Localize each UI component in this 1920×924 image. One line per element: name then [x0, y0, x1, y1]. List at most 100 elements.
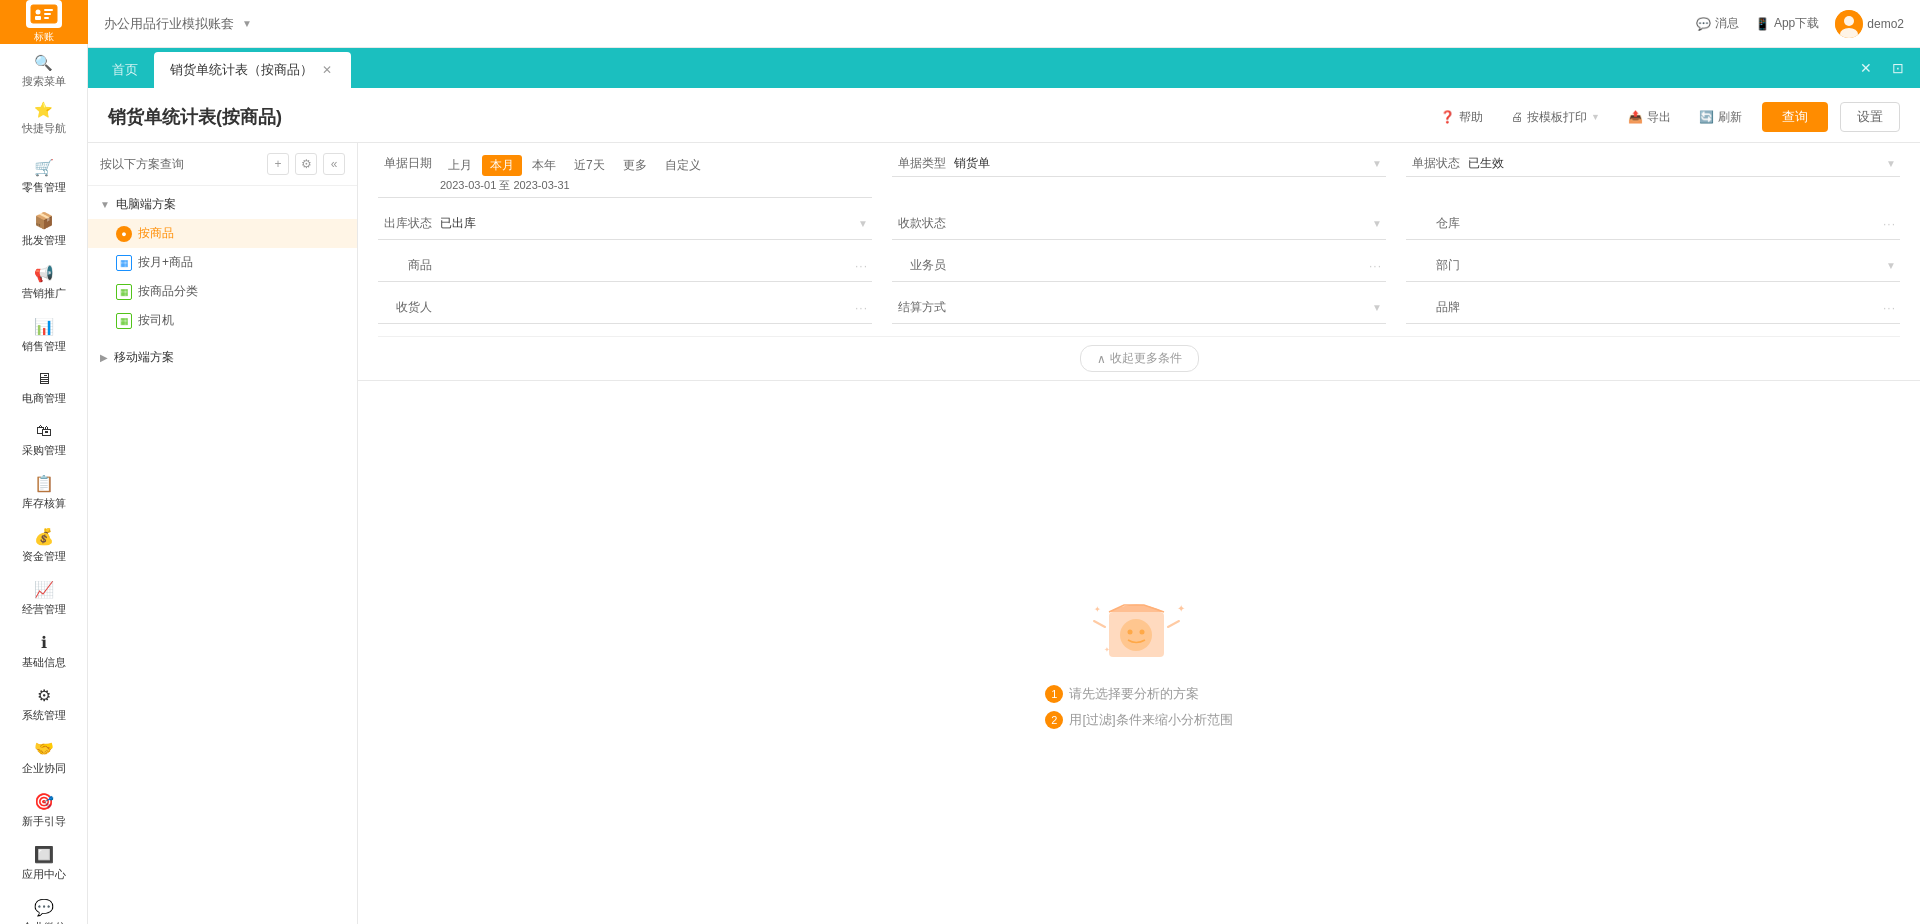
settings-btn[interactable]: 设置: [1840, 102, 1900, 132]
goods-label: 商品: [378, 257, 440, 274]
warehouse-more-btn[interactable]: ···: [1879, 217, 1900, 231]
maximize-tab-btn[interactable]: ⊡: [1884, 54, 1912, 82]
sidebar-icon-retail: 🛒: [34, 158, 54, 177]
tab-home[interactable]: 首页: [96, 52, 154, 88]
receiver-control[interactable]: ···: [440, 301, 872, 315]
page-title: 销货单统计表(按商品): [108, 105, 282, 129]
tab-sales-stat[interactable]: 销货单统计表（按商品） ✕: [154, 52, 351, 88]
sidebar-label-newbie: 新手引导: [22, 814, 66, 829]
sidebar-label-inventory: 库存核算: [22, 496, 66, 511]
sidebar-item-newbie[interactable]: 🎯 新手引导: [22, 784, 66, 837]
warehouse-control[interactable]: ···: [1468, 217, 1900, 231]
sidebar-item-operations[interactable]: 📈 经营管理: [22, 572, 66, 625]
chevron-icon: ▼: [242, 18, 252, 29]
filter-row-2: 出库状态 已出库 ▼ 收款状态 ▼: [378, 210, 1900, 240]
tab-close-btn[interactable]: ✕: [319, 62, 335, 78]
sidebar-item-basic[interactable]: ℹ 基础信息: [22, 625, 66, 678]
scheme-by-product[interactable]: ● 按商品: [88, 219, 357, 248]
goods-more-btn[interactable]: ···: [851, 259, 872, 273]
app-download-btn[interactable]: 📱 App下载: [1755, 15, 1819, 32]
department-dropdown[interactable]: ▼: [1882, 260, 1900, 271]
brand-more-btn[interactable]: ···: [1879, 301, 1900, 315]
mobile-scheme-parent[interactable]: ▶ 移动端方案: [88, 343, 357, 372]
sidebar-item-system[interactable]: ⚙ 系统管理: [22, 678, 66, 731]
svg-point-11: [1128, 629, 1133, 634]
app-logo: 标账: [0, 0, 88, 44]
scheme-icon-2: ▦: [116, 284, 132, 300]
scheme-by-month-product[interactable]: ▦ 按月+商品: [88, 248, 357, 277]
staff-item: 业务员 ···: [892, 252, 1386, 282]
receiver-more-btn[interactable]: ···: [851, 301, 872, 315]
sidebar-item-marketing[interactable]: 📢 营销推广: [22, 256, 66, 309]
pc-scheme-parent[interactable]: ▼ 电脑端方案: [88, 190, 357, 219]
add-scheme-btn[interactable]: +: [267, 153, 289, 175]
date-last-month[interactable]: 上月: [440, 155, 480, 176]
settlement-control[interactable]: ▼: [954, 302, 1386, 313]
query-btn[interactable]: 查询: [1762, 102, 1828, 132]
bill-type-dropdown[interactable]: ▼: [1368, 158, 1386, 169]
date-more[interactable]: 更多: [615, 155, 655, 176]
brand-item: 品牌 ···: [1406, 294, 1900, 324]
stock-status-control[interactable]: 已出库 ▼: [440, 215, 872, 232]
scheme-by-month-product-label: 按月+商品: [138, 254, 193, 271]
settlement-dropdown[interactable]: ▼: [1368, 302, 1386, 313]
department-control[interactable]: ▼: [1468, 260, 1900, 271]
sidebar-item-retail[interactable]: 🛒 零售管理: [22, 150, 66, 203]
scheme-by-category[interactable]: ▦ 按商品分类: [88, 277, 357, 306]
date-this-year[interactable]: 本年: [524, 155, 564, 176]
date-last-7days[interactable]: 近7天: [566, 155, 613, 176]
sidebar-item-appstore[interactable]: 🔲 应用中心: [22, 837, 66, 890]
svg-point-1: [35, 10, 40, 15]
date-filter-item: 单据日期 上月 本月 本年 近7天 更多 自定义 20: [378, 155, 872, 198]
sidebar-icon-operations: 📈: [34, 580, 54, 599]
svg-text:✦: ✦: [1104, 646, 1110, 653]
user-profile[interactable]: demo2: [1835, 10, 1904, 38]
payment-status-control[interactable]: ▼: [954, 218, 1386, 229]
stock-status-dropdown[interactable]: ▼: [854, 218, 872, 229]
staff-control[interactable]: ···: [954, 259, 1386, 273]
goods-control[interactable]: ···: [440, 259, 872, 273]
industry-label[interactable]: 办公用品行业模拟账套: [104, 15, 234, 33]
date-custom[interactable]: 自定义: [657, 155, 709, 176]
edit-scheme-btn[interactable]: ⚙: [295, 153, 317, 175]
sidebar-item-enterprise[interactable]: 🤝 企业协同: [22, 731, 66, 784]
right-panel: 单据日期 上月 本月 本年 近7天 更多 自定义 20: [358, 143, 1920, 924]
filter-row-4: 收货人 ··· 结算方式 ▼: [378, 294, 1900, 324]
sidebar-item-wholesale[interactable]: 📦 批发管理: [22, 203, 66, 256]
sidebar-icon-wechat: 💬: [34, 898, 54, 917]
sidebar-item-purchase[interactable]: 🛍 采购管理: [22, 414, 66, 466]
settlement-item: 结算方式 ▼: [892, 294, 1386, 324]
department-label: 部门: [1406, 257, 1468, 274]
svg-line-13: [1094, 621, 1105, 627]
sidebar-item-ecommerce[interactable]: 🖥 电商管理: [22, 362, 66, 414]
bill-status-value[interactable]: 已生效 ▼: [1468, 155, 1900, 172]
bill-type-value[interactable]: 销货单 ▼: [954, 155, 1386, 172]
help-btn[interactable]: ❓ 帮助: [1432, 105, 1491, 130]
sidebar-icon-wholesale: 📦: [34, 211, 54, 230]
brand-control[interactable]: ···: [1468, 301, 1900, 315]
sidebar-item-wechat[interactable]: 💬 企业微信: [22, 890, 66, 924]
search-menu[interactable]: 🔍 搜索菜单: [0, 44, 87, 95]
refresh-btn[interactable]: 🔄 刷新: [1691, 105, 1750, 130]
payment-status-dropdown[interactable]: ▼: [1368, 218, 1386, 229]
quick-nav[interactable]: ⭐ 快捷导航: [0, 95, 87, 142]
close-tab-btn[interactable]: ✕: [1852, 54, 1880, 82]
sidebar-icon-inventory: 📋: [34, 474, 54, 493]
scheme-by-driver[interactable]: ▦ 按司机: [88, 306, 357, 335]
staff-more-btn[interactable]: ···: [1365, 259, 1386, 273]
message-btn[interactable]: 💬 消息: [1696, 15, 1739, 32]
export-icon: 📤: [1628, 110, 1643, 124]
sidebar-item-sales[interactable]: 📊 销售管理: [22, 309, 66, 362]
date-this-month[interactable]: 本月: [482, 155, 522, 176]
collapse-panel-btn[interactable]: «: [323, 153, 345, 175]
collapse-more-btn[interactable]: ∧ 收起更多条件: [1080, 345, 1199, 372]
template-print-btn[interactable]: 🖨 按模板打印 ▼: [1503, 105, 1608, 130]
message-icon: 💬: [1696, 17, 1711, 31]
sidebar-item-inventory[interactable]: 📋 库存核算: [22, 466, 66, 519]
scheme-by-driver-label: 按司机: [138, 312, 174, 329]
sidebar-item-finance[interactable]: 💰 资金管理: [22, 519, 66, 572]
export-btn[interactable]: 📤 导出: [1620, 105, 1679, 130]
bill-status-dropdown[interactable]: ▼: [1882, 158, 1900, 169]
chevron-right-icon: ▶: [100, 352, 108, 363]
bill-type-label: 单据类型: [892, 155, 954, 172]
